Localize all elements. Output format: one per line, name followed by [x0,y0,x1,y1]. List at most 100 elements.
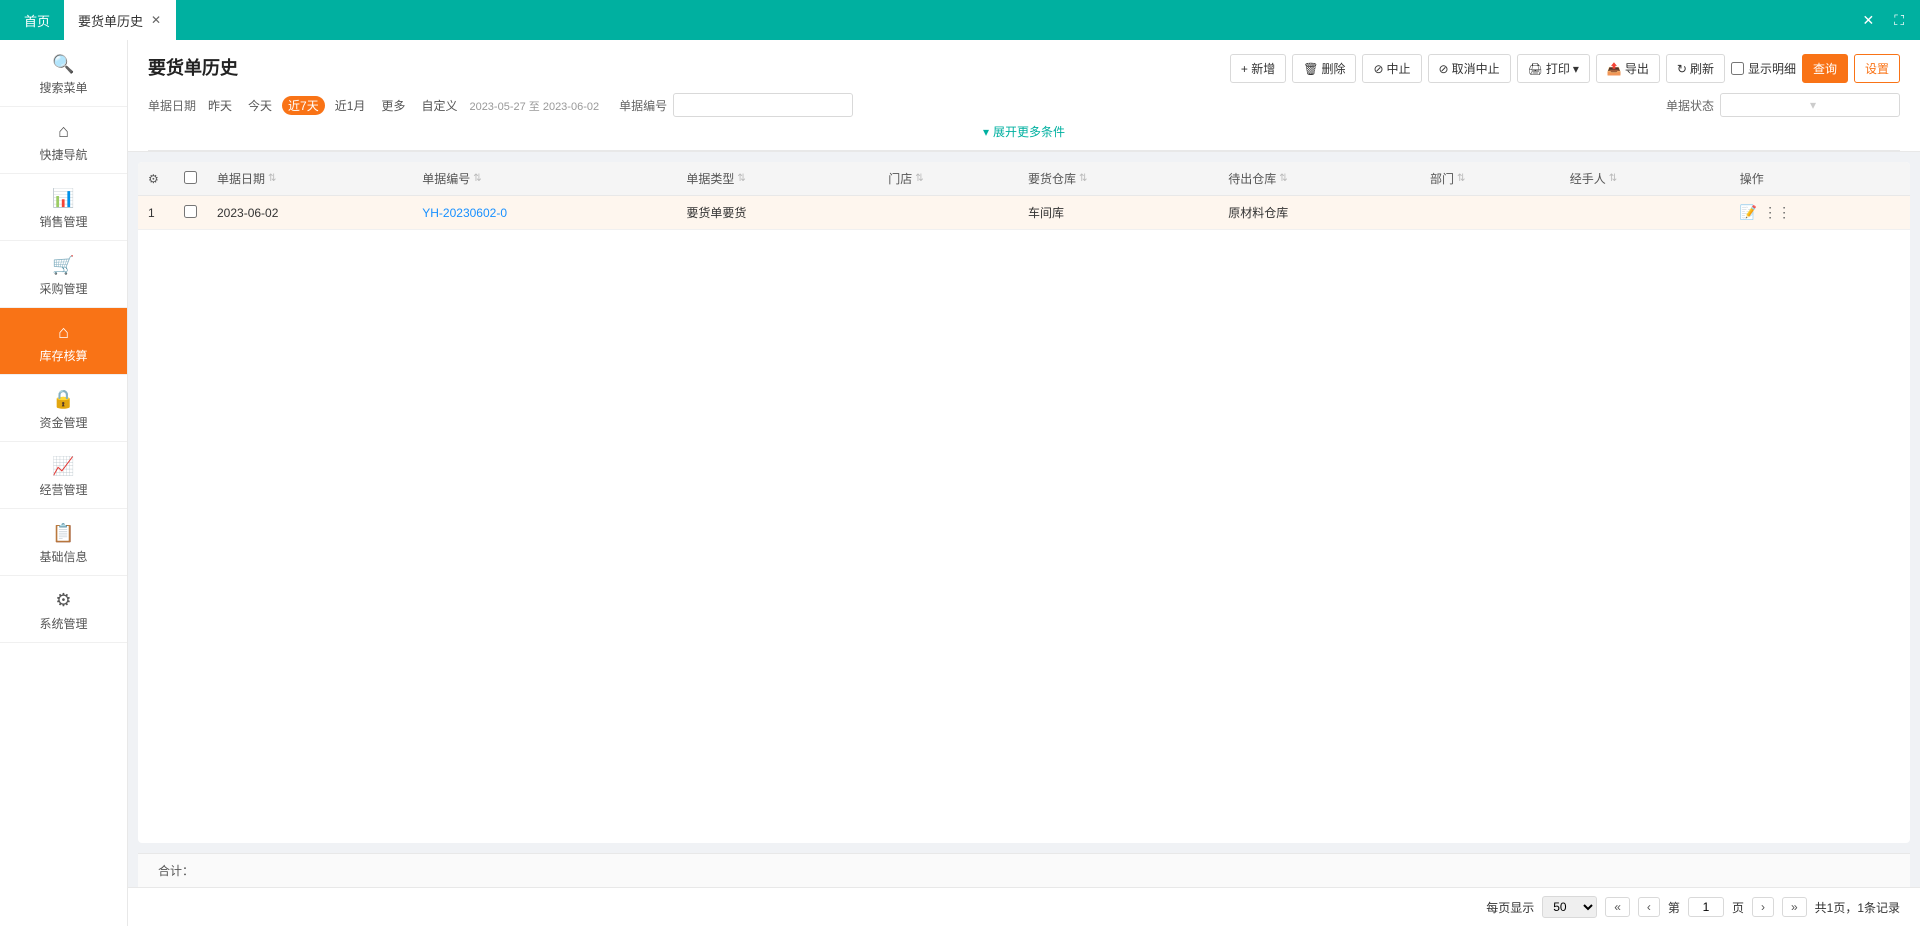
row-more-icon[interactable]: ⋮⋮ [1763,204,1791,221]
th-handler: 经手人 ⇅ [1560,162,1730,196]
sort-icon[interactable]: ⇅ [1079,173,1087,184]
refresh-icon: ↻ [1677,62,1687,76]
tab-requisition-history[interactable]: 要货单历史 ✕ [64,0,176,40]
refresh-button[interactable]: ↻ 刷新 [1666,54,1725,83]
page-number-input[interactable] [1688,897,1724,917]
page-unit-label: 页 [1732,899,1744,916]
sales-mgmt-icon: 📊 [52,188,74,209]
status-dropdown-icon: ▾ [1810,98,1891,112]
row-edit-icon[interactable]: 📝 [1740,204,1757,221]
first-page-button[interactable]: « [1605,897,1630,917]
settings-button[interactable]: 设置 [1854,54,1900,83]
sidebar-item-purchase-mgmt[interactable]: 🛒 采购管理 [0,241,127,308]
new-button[interactable]: + 新增 [1230,54,1286,83]
th-req-warehouse: 要货仓库 ⇅ [1018,162,1218,196]
content-area: 要货单历史 + 新增 🗑 删除 ⊘ 中止 ⊘ 取消中止 [128,40,1920,926]
top-bar-right: ✕ ⛶ [1856,10,1910,31]
delete-icon: 🗑 [1303,62,1318,76]
sidebar-item-inventory[interactable]: ⌂ 库存核算 [0,308,127,375]
top-bar: 首页 要货单历史 ✕ ✕ ⛶ [0,0,1920,40]
status-filter-select[interactable]: ▾ [1720,93,1900,117]
docno-filter-input[interactable] [673,93,853,117]
date-chip-yesterday[interactable]: 昨天 [202,96,238,115]
sidebar-item-label: 库存核算 [39,347,87,364]
row-actions: 📝 ⋮⋮ [1740,204,1900,221]
page-input-label: 第 [1668,899,1680,916]
sidebar-item-search-menu[interactable]: 🔍 搜索菜单 [0,40,127,107]
per-page-label: 每页显示 [1486,899,1534,916]
window-maximize-icon[interactable]: ⛶ [1888,10,1910,31]
date-chip-7days[interactable]: 近7天 [282,96,325,115]
sort-icon[interactable]: ⇅ [737,173,745,184]
sidebar-item-sys-mgmt[interactable]: ⚙ 系统管理 [0,576,127,643]
sort-icon[interactable]: ⇅ [915,173,923,184]
tab-close-icon[interactable]: ✕ [151,13,161,27]
tab-home[interactable]: 首页 [10,0,64,40]
th-store: 门店 ⇅ [878,162,1018,196]
window-close-icon[interactable]: ✕ [1856,10,1880,31]
th-checkbox[interactable] [174,162,207,196]
sort-icon[interactable]: ⇅ [268,173,276,184]
date-chip-more[interactable]: 更多 [375,96,411,115]
sys-mgmt-icon: ⚙ [55,590,71,611]
th-pending-warehouse: 待出仓库 ⇅ [1218,162,1420,196]
doc-no-link[interactable]: YH-20230602-0 [422,206,507,220]
sort-icon[interactable]: ⇅ [473,173,481,184]
sidebar-item-quick-nav[interactable]: ⌂ 快捷导航 [0,107,127,174]
sort-icon[interactable]: ⇅ [1279,173,1287,184]
finance-mgmt-icon: 🔒 [52,389,74,410]
th-doc-type: 单据类型 ⇅ [676,162,878,196]
sort-icon[interactable]: ⇅ [1457,173,1465,184]
table-body: 1 2023-06-02 YH-20230602-0 要货单要货 车间库 原材料… [138,196,1910,230]
table-footer: 合计： [138,853,1910,887]
page-title: 要货单历史 [148,54,238,80]
filter-row: 单据日期 昨天 今天 近7天 近1月 更多 自定义 2023-05-27 至 2… [148,93,1900,117]
show-detail-checkbox[interactable] [1731,62,1744,75]
sort-icon[interactable]: ⇅ [1609,173,1617,184]
print-button[interactable]: 🖨 打印 ▾ [1517,54,1590,83]
sidebar-item-label: 销售管理 [39,213,87,230]
date-chip-1month[interactable]: 近1月 [329,96,372,115]
cancel-stop-button[interactable]: ⊘ 取消中止 [1428,54,1511,83]
tab-label: 要货单历史 [78,11,143,30]
cell-pending-warehouse: 原材料仓库 [1218,196,1420,230]
prev-page-button[interactable]: ‹ [1638,897,1660,917]
cell-store [878,196,1018,230]
sidebar-item-ops-mgmt[interactable]: 📈 经营管理 [0,442,127,509]
table-area: ⚙ 单据日期 ⇅ 单据编号 ⇅ [138,162,1910,843]
sidebar-item-label: 资金管理 [39,414,87,431]
docno-filter-label: 单据编号 [619,97,667,114]
stop-icon: ⊘ [1373,62,1383,76]
status-filter-label: 单据状态 [1666,97,1714,114]
expand-chevron-icon: ▾ [983,125,989,139]
show-detail-checkbox-wrap[interactable]: 显示明细 [1731,60,1796,77]
th-actions: 操作 [1730,162,1910,196]
query-button[interactable]: 查询 [1802,54,1848,83]
export-button[interactable]: 📤 导出 [1596,54,1660,83]
cell-checkbox[interactable] [174,196,207,230]
sidebar: 🔍 搜索菜单 ⌂ 快捷导航 📊 销售管理 🛒 采购管理 ⌂ 库存核算 🔒 资金管… [0,40,128,926]
pagination-bar: 每页显示 50 100 200 « ‹ 第 页 › » 共1页，1条记录 [128,887,1920,926]
cell-req-warehouse: 车间库 [1018,196,1218,230]
th-settings[interactable]: ⚙ [138,162,174,196]
stop-button[interactable]: ⊘ 中止 [1362,54,1421,83]
per-page-select[interactable]: 50 100 200 [1542,896,1597,918]
last-page-button[interactable]: » [1782,897,1807,917]
sidebar-item-sales-mgmt[interactable]: 📊 销售管理 [0,174,127,241]
cell-doc-type: 要货单要货 [676,196,878,230]
next-page-button[interactable]: › [1752,897,1774,917]
expand-more-button[interactable]: ▾ 展开更多条件 [148,123,1900,140]
sidebar-item-finance-mgmt[interactable]: 🔒 资金管理 [0,375,127,442]
date-chip-today[interactable]: 今天 [242,96,278,115]
table-header: ⚙ 单据日期 ⇅ 单据编号 ⇅ [138,162,1910,196]
search-menu-icon: 🔍 [52,54,74,75]
select-all-checkbox[interactable] [184,171,197,184]
date-chip-custom[interactable]: 自定义 [415,96,463,115]
delete-button[interactable]: 🗑 删除 [1292,54,1356,83]
export-icon: 📤 [1607,62,1622,76]
sidebar-item-base-info[interactable]: 📋 基础信息 [0,509,127,576]
cell-no: 1 [138,196,174,230]
th-doc-date: 单据日期 ⇅ [207,162,412,196]
cell-actions: 📝 ⋮⋮ [1730,196,1910,230]
row-checkbox[interactable] [184,205,197,218]
